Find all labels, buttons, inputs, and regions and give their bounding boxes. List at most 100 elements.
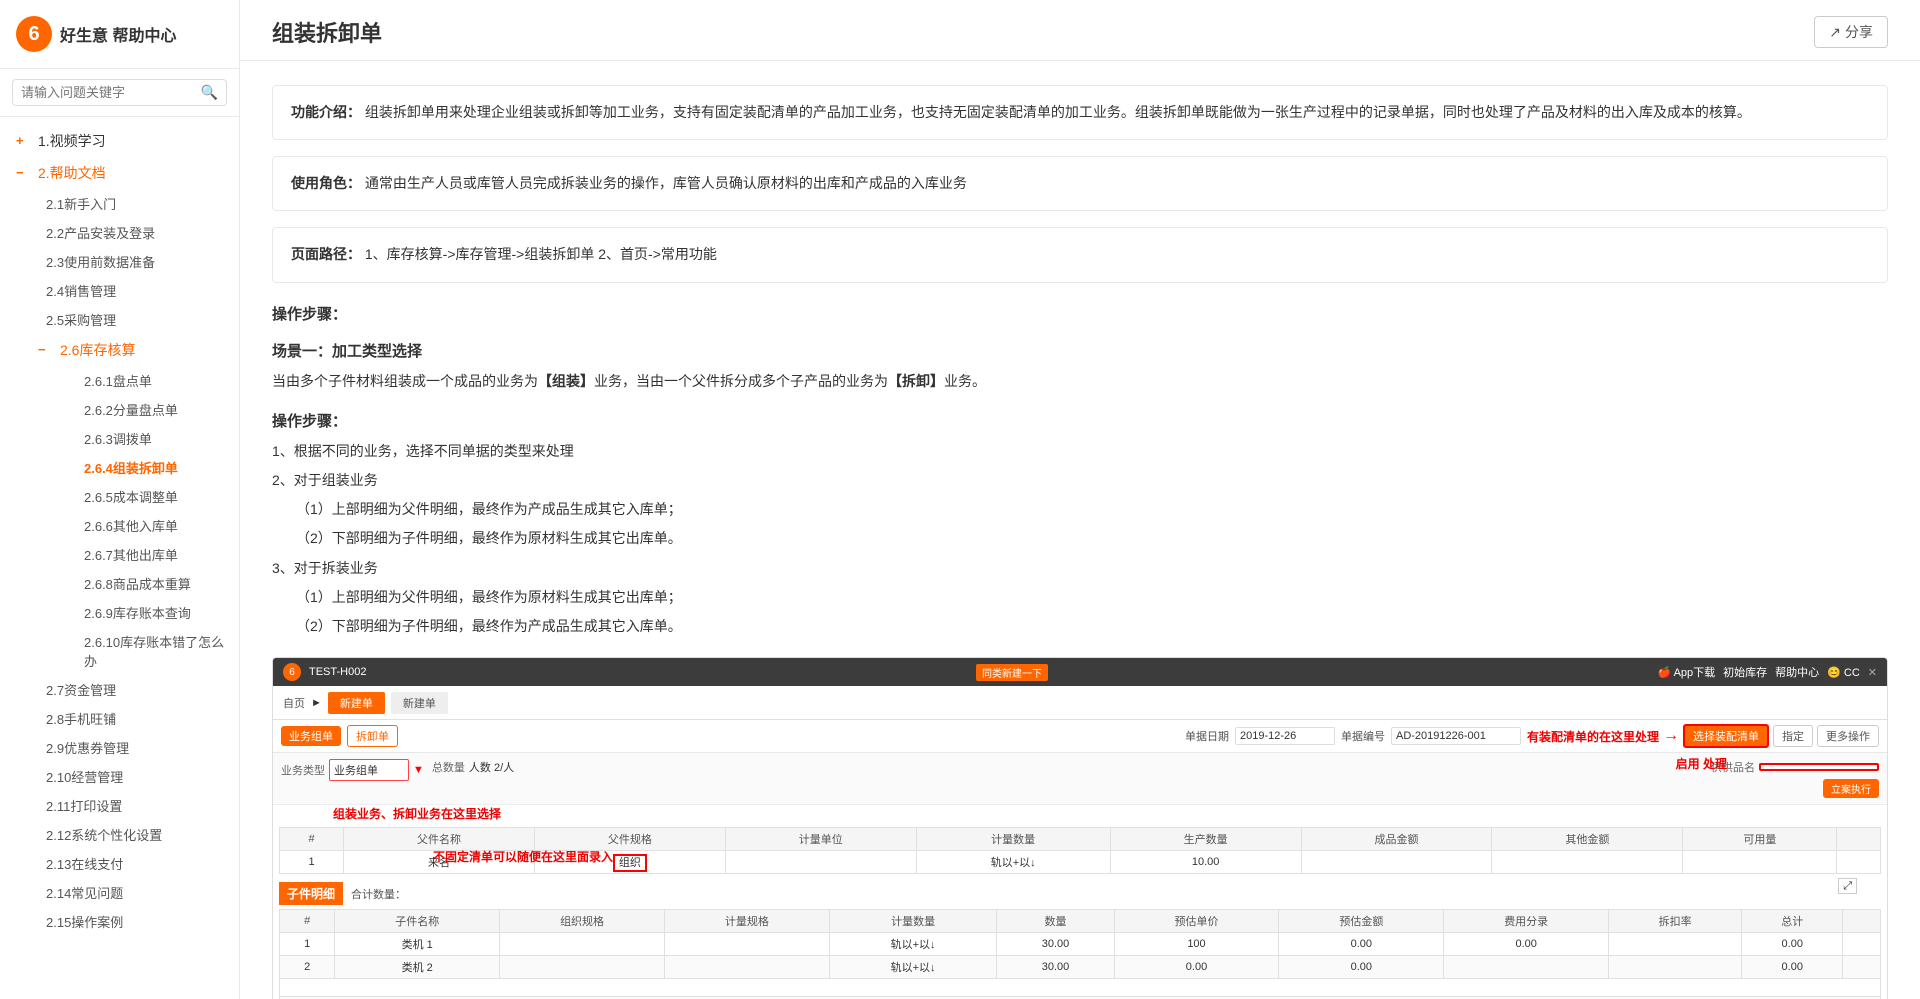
mock-order-value[interactable]: AD-20191226-001 [1391,727,1521,745]
mock-nav-new[interactable]: ► [311,697,322,709]
main-header: 组装拆卸单 ↗ 分享 [240,0,1920,61]
sidebar-item-video[interactable]: + 1.视频学习 [0,125,239,157]
td2-expense-2 [1444,956,1609,979]
td2-mea-spec-2 [664,956,829,979]
step3-sub2: （2）下部明细为子件明细，最终作为产成品生成其它入库单。 [272,614,1888,639]
path-text: 1、库存核算->库存管理->组装拆卸单 2、首页->常用功能 [365,246,717,262]
mock-toolbar-assemble[interactable]: 业务组单 [281,726,341,746]
th2-org-spec: 组织规格 [500,910,665,933]
mock-date-value[interactable]: 2019-12-26 [1235,727,1335,745]
sidebar-item-2-11[interactable]: 2.11打印设置 [38,791,239,820]
sidebar-item-2-6-1[interactable]: 2.6.1盘点单 [76,366,239,395]
sidebar-item-2-6-container: − 2.6库存核算 2.6.1盘点单 2.6.2分量盘点单 2.6.3调拨单 2… [38,334,239,675]
mock-expand-btn-wrap: ⤢ [1838,880,1857,893]
search-box[interactable]: 🔍 [12,79,227,106]
th2-discount: 拆扣率 [1609,910,1742,933]
step3-sub1: （1）上部明细为父件明细，最终作为原材料生成其它出库单； [272,585,1888,610]
page-title: 组装拆卸单 [272,16,382,48]
mock-secondary-nav: 自页 ► 新建单 新建单 [273,686,1887,720]
sidebar-item-2-6-5[interactable]: 2.6.5成本调整单 [76,482,239,511]
scene1-desc: 当由多个子件材料组装成一个成品的业务为【组装】业务，当由一个父件拆分成多个子产品… [272,369,1888,394]
td2-est-amt: 0.00 [1279,933,1444,956]
td2-child-name: 类机 1 [335,933,500,956]
ops-title: 操作步骤： [272,303,1888,324]
mock-count-label: 总数量 [432,759,465,775]
sidebar-item-2-14[interactable]: 2.14常见问题 [38,878,239,907]
mock-close-icon[interactable]: ✕ [1868,666,1877,679]
sidebar: 6 好生意 帮助中心 🔍 + 1.视频学习 − 2.帮助文档 2.1新手入门 2… [0,0,240,999]
sidebar-item-2-4[interactable]: 2.4销售管理 [38,276,239,305]
mock-select-list-btn[interactable]: 选择装配清单 [1683,724,1769,748]
mock-form-row: 业务类型 业务组单 ▼ 总数量 人数 2/人 供供品名 立案 [273,753,1887,805]
td-unit [725,851,916,874]
mock-new-tab[interactable]: 新建单 [328,692,385,714]
mock-expand-btn[interactable]: ⤢ [1838,878,1857,894]
role-label: 使用角色： [291,175,361,191]
sidebar-item-2-6-3[interactable]: 2.6.3调拨单 [76,424,239,453]
sidebar-item-2-6-9[interactable]: 2.6.9库存账本查询 [76,598,239,627]
annotation-process: 启用 处理 [1676,755,1727,772]
mock-toolbar-disassemble[interactable]: 拆卸单 [347,725,398,747]
step1: 1、根据不同的业务，选择不同单据的类型来处理 [272,439,1888,464]
table-row [280,979,1881,997]
td-row-actions [1837,851,1881,874]
mock-count-field: 总数量 人数 2/人 [432,759,514,775]
sidebar-item-2-6-2[interactable]: 2.6.2分量盘点单 [76,395,239,424]
td2-est-price: 100 [1114,933,1279,956]
th2-ops [1843,910,1881,933]
mock-new-tab2[interactable]: 新建单 [391,692,448,714]
sidebar-item-2-2[interactable]: 2.2产品安装及登录 [38,218,239,247]
plus-icon: + [16,133,32,149]
mock-execute-btn[interactable]: 立案执行 [1823,779,1879,798]
td2-est-price-2: 0.00 [1114,956,1279,979]
sidebar-item-2-6-6[interactable]: 2.6.6其他入库单 [76,511,239,540]
mock-more-btn[interactable]: 更多操作 [1817,725,1879,747]
td2-org-spec-2 [500,956,665,979]
sidebar-item-docs[interactable]: − 2.帮助文档 [0,157,239,189]
sidebar-item-2-10[interactable]: 2.10经营管理 [38,762,239,791]
sidebar-item-2-6-10[interactable]: 2.6.10库存账本错了怎么办 [76,627,239,675]
th2-measure-spec: 计量规格 [664,910,829,933]
th2-expense: 费用分录 [1444,910,1609,933]
th2-qty: 数量 [997,910,1114,933]
td2-num: 1 [280,933,335,956]
logo-area: 6 好生意 帮助中心 [0,0,239,69]
table-row: 2 类机 2 轨以+以↓ 30.00 0.00 0.00 0.00 [280,956,1881,979]
mock-biz-select[interactable]: 业务组单 [329,759,409,781]
share-button[interactable]: ↗ 分享 [1814,16,1888,48]
sidebar-item-2-15[interactable]: 2.15操作案例 [38,907,239,936]
mock-test-id: TEST-H002 [309,666,366,678]
sidebar-item-2-7[interactable]: 2.7资金管理 [38,675,239,704]
td2-ops [1843,933,1881,956]
mock-annotation-area: 有装配清单的在这里处理 → 选择装配清单 指定 更多操作 [1527,724,1879,748]
mock-biz-type-field: 业务类型 业务组单 ▼ [281,759,424,781]
mock-nav-home[interactable]: 自页 [283,695,305,711]
sidebar-item-2-1[interactable]: 2.1新手入门 [38,189,239,218]
sidebar-item-2-3[interactable]: 2.3使用前数据准备 [38,247,239,276]
td-other-amt [1492,851,1683,874]
mock-apply-input[interactable] [1759,763,1879,771]
role-text: 通常由生产人员或库管人员完成拆装业务的操作，库管人员确认原材料的出库和产成品的入… [365,175,967,191]
th-qty: 计量数量 [916,828,1110,851]
sidebar-item-2-8[interactable]: 2.8手机旺铺 [38,704,239,733]
sidebar-item-2-6-4[interactable]: 2.6.4组装拆卸单 [76,453,239,482]
sidebar-item-2-6[interactable]: − 2.6库存核算 [38,334,239,366]
search-icon[interactable]: 🔍 [201,84,218,101]
highlight-spec: 组织 [613,854,647,872]
sidebar-item-2-6-8[interactable]: 2.6.8商品成本重算 [76,569,239,598]
sidebar-item-2-5[interactable]: 2.5采购管理 [38,305,239,334]
sidebar-item-2-12[interactable]: 2.12系统个性化设置 [38,820,239,849]
td2-qty-2: 30.00 [997,956,1114,979]
mock-section-badge: 子件明细 [279,882,343,905]
sidebar-item-2-9[interactable]: 2.9优惠券管理 [38,733,239,762]
step2: 2、对于组装业务 [272,468,1888,493]
sidebar-item-docs-label: 2.帮助文档 [38,163,106,183]
search-input[interactable] [21,85,201,100]
th-unit: 计量单位 [725,828,916,851]
minus-icon: − [16,165,32,181]
content-area: 功能介绍： 组装拆卸单用来处理企业组装或拆卸等加工业务，支持有固定装配清单的产品… [240,61,1920,999]
mock-designate-btn[interactable]: 指定 [1773,725,1813,747]
mock-new-btn[interactable]: 同类新建一下 [976,664,1048,681]
sidebar-item-2-13[interactable]: 2.13在线支付 [38,849,239,878]
sidebar-item-2-6-7[interactable]: 2.6.7其他出库单 [76,540,239,569]
